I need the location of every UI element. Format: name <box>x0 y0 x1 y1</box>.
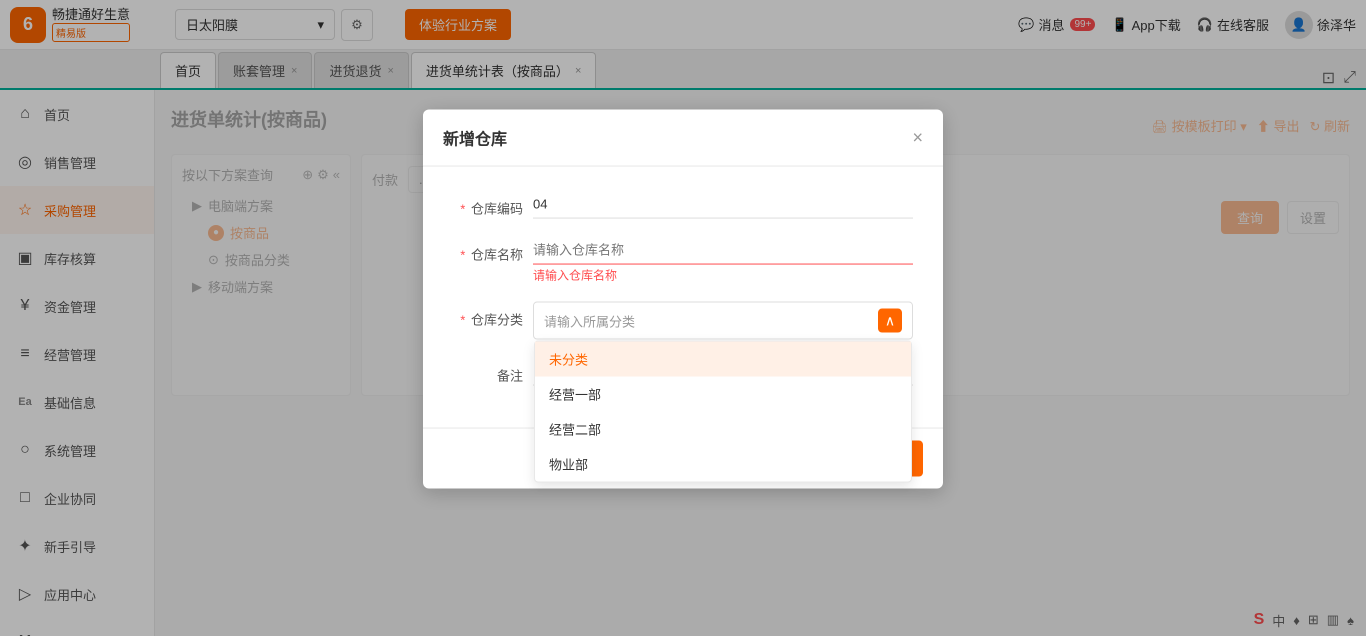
warehouse-category-row: * 仓库分类 请输入所属分类 ∧ 未分类 经营一部 经营二部 物业部 <box>453 302 913 340</box>
dropdown-option-dept2[interactable]: 经营二部 <box>535 412 911 447</box>
dropdown-arrow-icon: ∧ <box>878 309 902 333</box>
name-label: * 仓库名称 <box>453 237 533 264</box>
category-placeholder: 请输入所属分类 <box>544 311 635 330</box>
dialog-header: 新增仓库 × <box>423 110 943 167</box>
dropdown-option-dept1[interactable]: 经营一部 <box>535 377 911 412</box>
warehouse-code-row: * 仓库编码 <box>453 191 913 219</box>
dialog-body: * 仓库编码 * 仓库名称 请输入仓库名称 * 仓库分类 <box>423 167 943 428</box>
dropdown-option-property[interactable]: 物业部 <box>535 447 911 482</box>
category-label: * 仓库分类 <box>453 302 533 329</box>
category-dropdown[interactable]: 请输入所属分类 ∧ 未分类 经营一部 经营二部 物业部 <box>533 302 913 340</box>
warehouse-code-input[interactable] <box>533 191 913 219</box>
dialog-title: 新增仓库 <box>443 126 507 150</box>
dropdown-option-uncategorized[interactable]: 未分类 <box>535 342 911 377</box>
required-star-cat: * <box>460 313 465 328</box>
required-star-name: * <box>460 248 465 263</box>
required-star-code: * <box>460 202 465 217</box>
remark-label: 备注 <box>453 358 533 385</box>
dialog-close-button[interactable]: × <box>912 127 923 148</box>
category-dropdown-menu: 未分类 经营一部 经营二部 物业部 <box>534 341 912 483</box>
name-error-msg: 请输入仓库名称 <box>533 267 913 284</box>
add-warehouse-dialog: 新增仓库 × * 仓库编码 * 仓库名称 请输入仓库名称 <box>423 110 943 489</box>
warehouse-name-input[interactable] <box>533 237 913 265</box>
code-label: * 仓库编码 <box>453 191 533 218</box>
warehouse-name-row: * 仓库名称 请输入仓库名称 <box>453 237 913 284</box>
